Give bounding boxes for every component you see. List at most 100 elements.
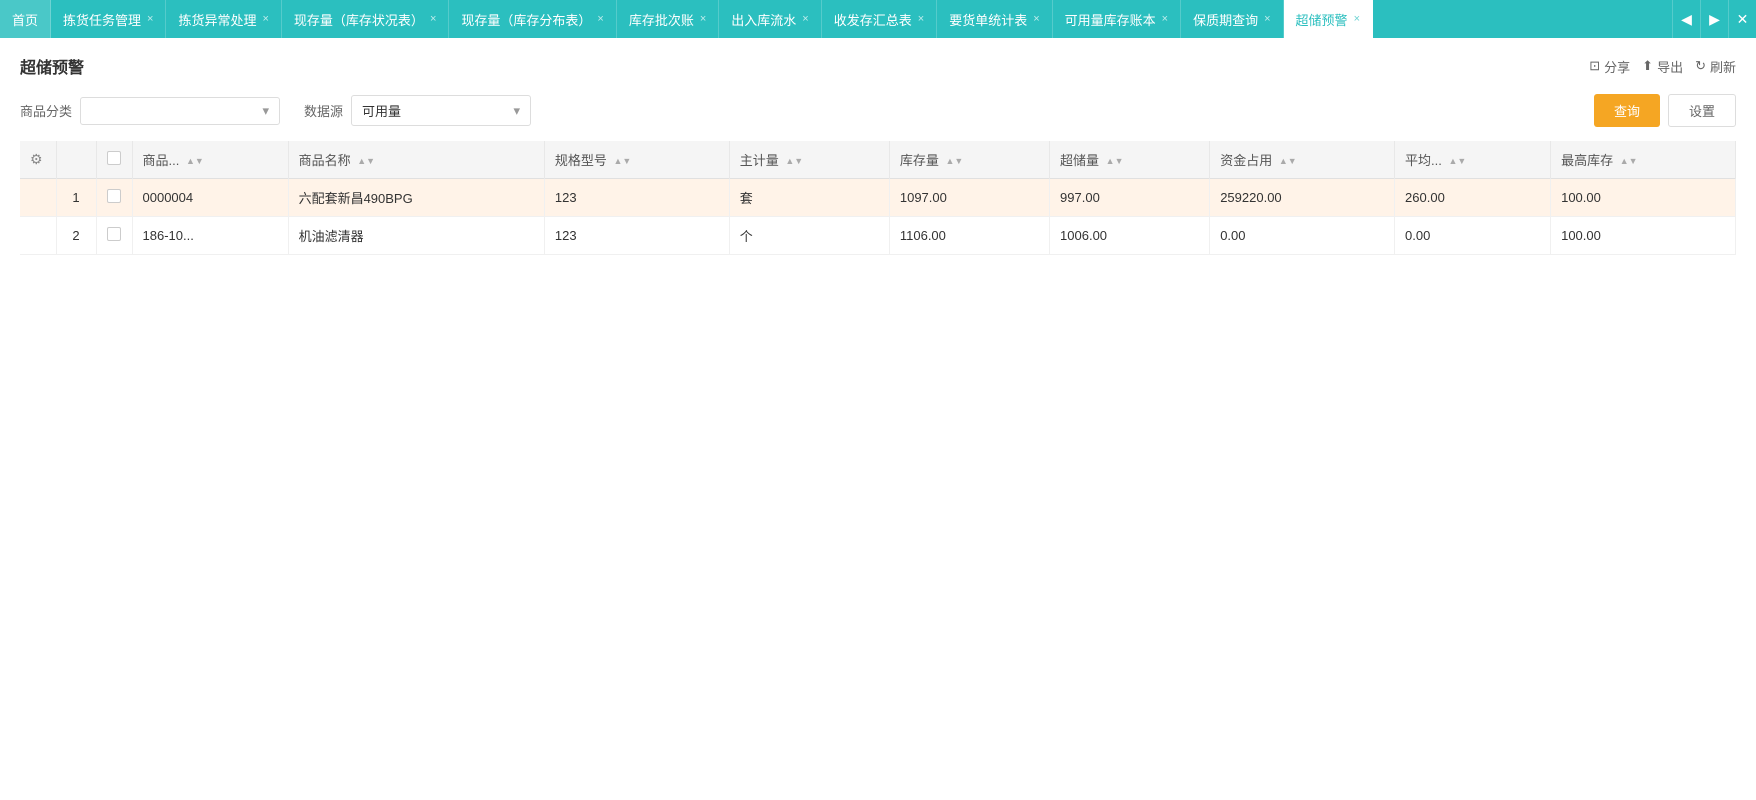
nav-arrow-close[interactable]: ✕ <box>1728 0 1756 38</box>
nav-close-quality-check[interactable]: × <box>1264 13 1270 25</box>
table-row: 2 186-10... 机油滤清器 123 个 1106.00 1006.00 … <box>20 217 1736 255</box>
nav-item-overstock-warn[interactable]: 超储预警 × <box>1284 0 1373 38</box>
nav-label-collect-summary: 收发存汇总表 <box>834 10 912 29</box>
td-overstock-row1: 997.00 <box>1050 179 1210 217</box>
share-label: 分享 <box>1604 57 1630 76</box>
th-product-code[interactable]: 商品... ▲▼ <box>132 141 288 179</box>
th-unit[interactable]: 主计量 ▲▼ <box>729 141 889 179</box>
td-checkbox-row2[interactable] <box>96 217 132 255</box>
nav-item-abnormal[interactable]: 拣货异常处理 × <box>166 0 281 38</box>
td-gear-row2 <box>20 217 56 255</box>
nav-label-stock-batch: 库存批次账 <box>629 10 694 29</box>
sort-icon-spec[interactable]: ▲▼ <box>614 157 632 166</box>
th-gear[interactable]: ⚙ <box>20 141 56 179</box>
td-num-row1: 1 <box>56 179 96 217</box>
nav-close-stock-batch[interactable]: × <box>700 13 706 25</box>
nav-label-stock-status: 现存量（库存状况表） <box>294 10 424 29</box>
td-overstock-row2: 1006.00 <box>1050 217 1210 255</box>
nav-item-home[interactable]: 首页 <box>0 0 51 38</box>
nav-item-collect-summary[interactable]: 收发存汇总表 × <box>822 0 937 38</box>
nav-label-inout-flow: 出入库流水 <box>731 10 796 29</box>
td-avg-row1: 260.00 <box>1395 179 1551 217</box>
export-action[interactable]: ⬆ 导出 <box>1642 57 1683 76</box>
td-product-name-row1: 六配套新昌490BPG <box>288 179 544 217</box>
nav-close-inout-flow[interactable]: × <box>802 13 808 25</box>
refresh-icon: ↻ <box>1695 58 1706 74</box>
nav-close-overstock-warn[interactable]: × <box>1354 13 1360 25</box>
datasource-value: 可用量 <box>362 101 401 120</box>
filter-buttons: 查询 设置 <box>1594 94 1736 127</box>
nav-item-avail-stock[interactable]: 可用量库存账本 × <box>1053 0 1181 38</box>
th-overstock-label: 超储量 <box>1060 153 1099 168</box>
nav-close-abnormal[interactable]: × <box>262 13 268 25</box>
th-stock-label: 库存量 <box>900 153 939 168</box>
td-checkbox-row1[interactable] <box>96 179 132 217</box>
nav-close-avail-stock[interactable]: × <box>1162 13 1168 25</box>
refresh-action[interactable]: ↻ 刷新 <box>1695 57 1736 76</box>
nav-arrow-right[interactable]: ▶ <box>1700 0 1728 38</box>
top-navigation: 首页 拣货任务管理 × 拣货异常处理 × 现存量（库存状况表） × 现存量（库存… <box>0 0 1756 38</box>
sort-icon-capital[interactable]: ▲▼ <box>1279 157 1297 166</box>
td-capital-row2: 0.00 <box>1210 217 1395 255</box>
nav-close-task-mgmt[interactable]: × <box>147 13 153 25</box>
header-actions: ⊡ 分享 ⬆ 导出 ↻ 刷新 <box>1589 57 1736 76</box>
th-max-stock[interactable]: 最高库存 ▲▼ <box>1551 141 1736 179</box>
setting-button[interactable]: 设置 <box>1668 94 1736 127</box>
td-avg-row2: 0.00 <box>1395 217 1551 255</box>
nav-close-collect-summary[interactable]: × <box>918 13 924 25</box>
nav-item-stock-status[interactable]: 现存量（库存状况表） × <box>282 0 449 38</box>
th-checkbox[interactable] <box>96 141 132 179</box>
th-max-stock-label: 最高库存 <box>1561 153 1613 168</box>
nav-close-stock-status[interactable]: × <box>430 13 436 25</box>
row-checkbox-row1[interactable] <box>107 189 121 203</box>
datasource-label: 数据源 <box>304 101 343 120</box>
sort-icon-stock[interactable]: ▲▼ <box>946 157 964 166</box>
th-overstock[interactable]: 超储量 ▲▼ <box>1050 141 1210 179</box>
nav-arrow-left[interactable]: ◀ <box>1672 0 1700 38</box>
nav-item-order-stat[interactable]: 要货单统计表 × <box>937 0 1052 38</box>
td-product-name-row2: 机油滤清器 <box>288 217 544 255</box>
th-product-name-label: 商品名称 <box>299 153 351 168</box>
nav-item-quality-check[interactable]: 保质期查询 × <box>1181 0 1283 38</box>
gear-icon[interactable]: ⚙ <box>30 151 43 167</box>
refresh-label: 刷新 <box>1710 57 1736 76</box>
export-icon: ⬆ <box>1642 58 1653 74</box>
th-num <box>56 141 96 179</box>
sort-icon-avg[interactable]: ▲▼ <box>1449 157 1467 166</box>
th-product-name[interactable]: 商品名称 ▲▼ <box>288 141 544 179</box>
filter-row: 商品分类 ▾ 数据源 可用量 ▾ 查询 设置 <box>20 94 1736 127</box>
nav-label-abnormal: 拣货异常处理 <box>178 10 256 29</box>
nav-arrows: ◀ ▶ ✕ <box>1672 0 1756 38</box>
sort-icon-unit[interactable]: ▲▼ <box>785 157 803 166</box>
th-avg[interactable]: 平均... ▲▼ <box>1395 141 1551 179</box>
sort-icon-max-stock[interactable]: ▲▼ <box>1620 157 1638 166</box>
sort-icon-product-code[interactable]: ▲▼ <box>186 157 204 166</box>
nav-item-stock-dist[interactable]: 现存量（库存分布表） × <box>449 0 616 38</box>
th-capital[interactable]: 资金占用 ▲▼ <box>1210 141 1395 179</box>
query-button[interactable]: 查询 <box>1594 94 1660 127</box>
table-row: 1 0000004 六配套新昌490BPG 123 套 1097.00 997.… <box>20 179 1736 217</box>
nav-item-inout-flow[interactable]: 出入库流水 × <box>719 0 821 38</box>
export-label: 导出 <box>1657 57 1683 76</box>
page-content: 超储预警 ⊡ 分享 ⬆ 导出 ↻ 刷新 商品分类 ▾ 数据源 <box>0 38 1756 800</box>
th-spec[interactable]: 规格型号 ▲▼ <box>544 141 729 179</box>
table-body: 1 0000004 六配套新昌490BPG 123 套 1097.00 997.… <box>20 179 1736 255</box>
nav-item-stock-batch[interactable]: 库存批次账 × <box>617 0 719 38</box>
nav-label-avail-stock: 可用量库存账本 <box>1065 10 1156 29</box>
td-stock-row2: 1106.00 <box>889 217 1049 255</box>
category-select[interactable]: ▾ <box>80 97 280 125</box>
nav-close-order-stat[interactable]: × <box>1033 13 1039 25</box>
nav-item-task-mgmt[interactable]: 拣货任务管理 × <box>51 0 166 38</box>
th-stock[interactable]: 库存量 ▲▼ <box>889 141 1049 179</box>
nav-close-stock-dist[interactable]: × <box>597 13 603 25</box>
sort-icon-product-name[interactable]: ▲▼ <box>357 157 375 166</box>
row-checkbox-row2[interactable] <box>107 227 121 241</box>
category-label: 商品分类 <box>20 101 72 120</box>
share-action[interactable]: ⊡ 分享 <box>1589 57 1630 76</box>
sort-icon-overstock[interactable]: ▲▼ <box>1106 157 1124 166</box>
td-max-stock-row2: 100.00 <box>1551 217 1736 255</box>
select-all-checkbox[interactable] <box>107 151 121 165</box>
datasource-select[interactable]: 可用量 ▾ <box>351 95 531 126</box>
td-max-stock-row1: 100.00 <box>1551 179 1736 217</box>
nav-label-home: 首页 <box>12 10 38 29</box>
